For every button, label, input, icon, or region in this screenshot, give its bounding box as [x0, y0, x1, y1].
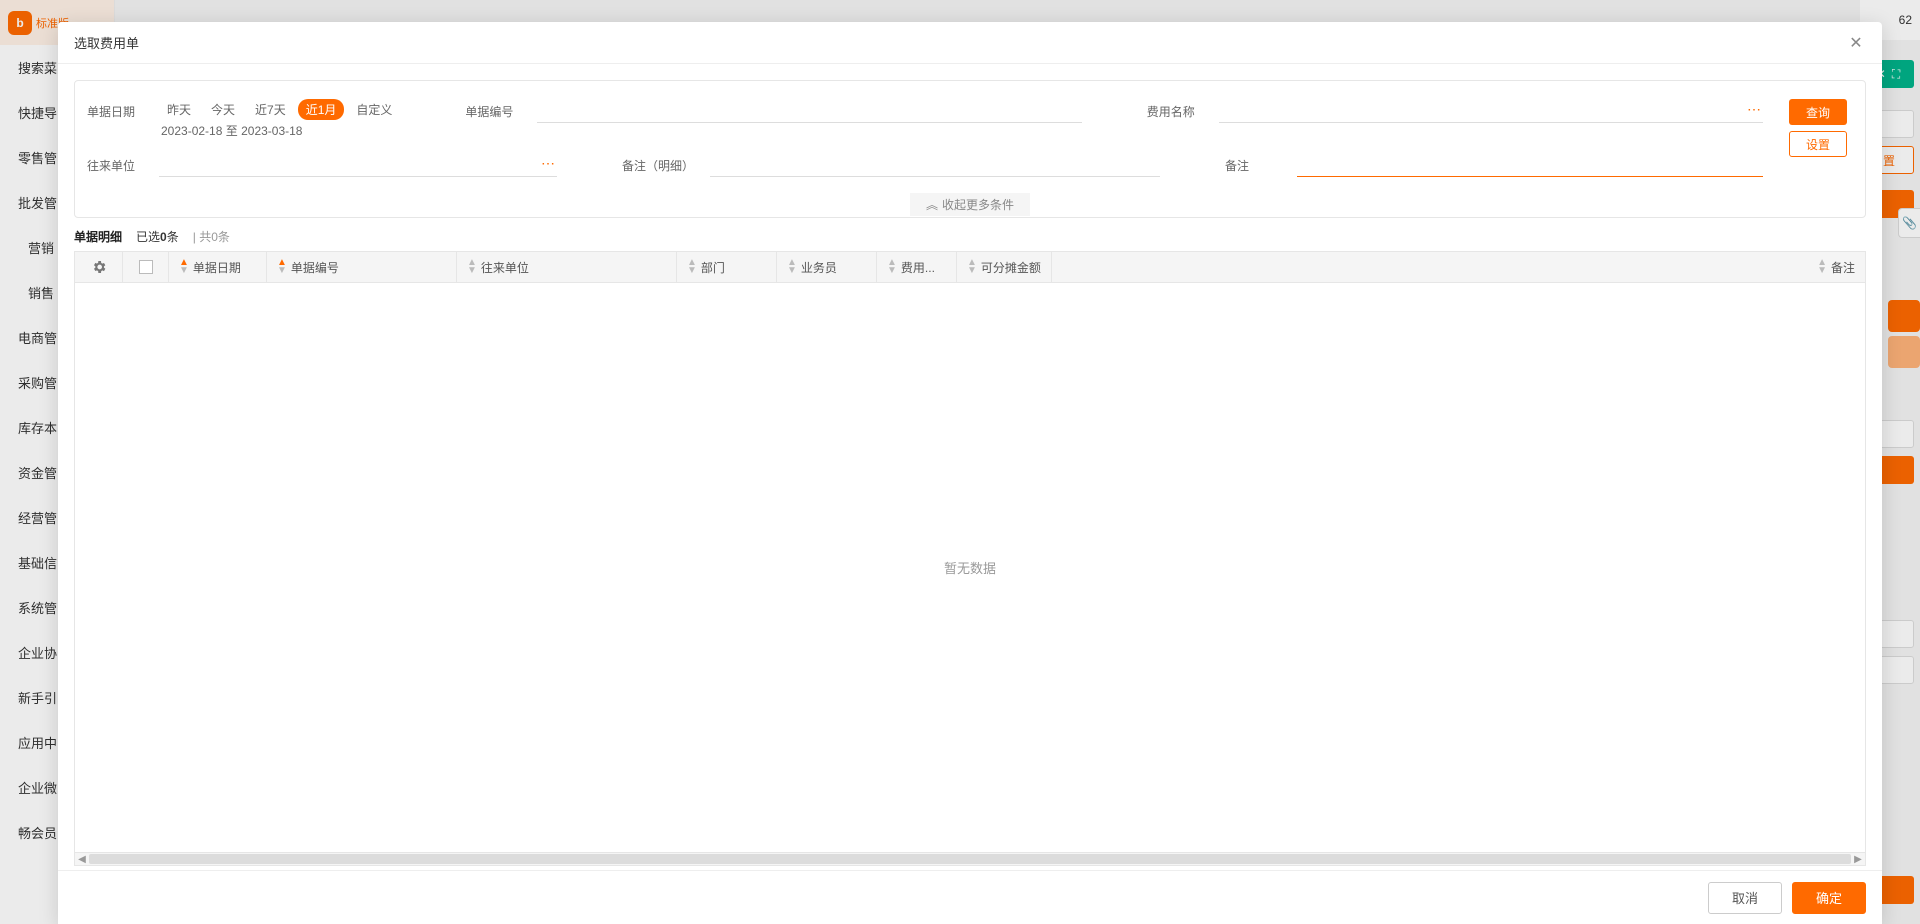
- collapse-toggle[interactable]: ︽ 收起更多条件: [910, 193, 1030, 216]
- horizontal-scrollbar[interactable]: ◀ ▶: [74, 852, 1866, 866]
- date-from: 2023-02-18: [161, 124, 222, 138]
- filter-party-label: 往来单位: [87, 153, 159, 174]
- sort-icon: ▲▼: [787, 259, 797, 275]
- config-button[interactable]: 设置: [1789, 131, 1847, 157]
- table-body: 暂无数据: [74, 283, 1866, 852]
- cancel-button[interactable]: 取消: [1708, 882, 1782, 914]
- summary-selected: 已选0条: [136, 228, 179, 245]
- filter-party-group: 往来单位 ⋯: [87, 153, 557, 177]
- sort-icon: ▲▼: [1817, 259, 1827, 275]
- query-button[interactable]: 查询: [1789, 99, 1847, 125]
- filter-code-label: 单据编号: [465, 99, 537, 120]
- checkbox-icon: [139, 260, 153, 274]
- th-remark[interactable]: ▲▼ 备注: [1052, 252, 1865, 282]
- summary-title: 单据明细: [74, 228, 122, 245]
- filter-remark-detail-input[interactable]: [710, 153, 1160, 177]
- date-chip-today[interactable]: 今天: [203, 99, 243, 120]
- modal-footer: 取消 确定: [58, 870, 1882, 924]
- filter-code-input[interactable]: [537, 99, 1081, 123]
- filter-actions: 查询 设置: [1789, 99, 1847, 157]
- date-chip-custom[interactable]: 自定义: [348, 99, 400, 120]
- collapse-text: 收起更多条件: [942, 196, 1014, 213]
- ok-button[interactable]: 确定: [1792, 882, 1866, 914]
- summary-total: | 共0条: [193, 228, 230, 245]
- modal-header: 选取费用单 ✕: [58, 22, 1882, 64]
- filter-date-label: 单据日期: [87, 99, 159, 120]
- sort-icon: ▲▼: [967, 259, 977, 275]
- sort-icon: ▲▼: [887, 259, 897, 275]
- sort-icon: ▲▼: [277, 259, 287, 275]
- scroll-right-icon[interactable]: ▶: [1851, 853, 1865, 865]
- th-dept[interactable]: ▲▼ 部门: [677, 252, 777, 282]
- th-checkbox[interactable]: [123, 252, 169, 282]
- party-picker-icon[interactable]: ⋯: [541, 155, 557, 172]
- filter-date-group: 单据日期 昨天 今天 近7天 近1月 自定义 2023-02-18 至 20: [87, 99, 400, 139]
- th-party[interactable]: ▲▼ 往来单位: [457, 252, 677, 282]
- scroll-left-icon[interactable]: ◀: [75, 853, 89, 865]
- date-to-word: 至: [226, 124, 238, 138]
- sort-icon: ▲▼: [467, 259, 477, 275]
- scroll-thumb[interactable]: [89, 854, 1851, 864]
- date-chip-yesterday[interactable]: 昨天: [159, 99, 199, 120]
- date-to: 2023-03-18: [241, 124, 302, 138]
- filter-remark-detail-group: 备注（明细）: [622, 153, 1160, 177]
- th-amount[interactable]: ▲▼ 可分摊金额: [957, 252, 1052, 282]
- th-settings[interactable]: [75, 252, 123, 282]
- sort-icon: ▲▼: [687, 259, 697, 275]
- th-emp[interactable]: ▲▼ 业务员: [777, 252, 877, 282]
- summary-bar: 单据明细 已选0条 | 共0条: [58, 218, 1882, 251]
- date-range-display: 2023-02-18 至 2023-03-18: [159, 122, 400, 139]
- date-preset-row: 昨天 今天 近7天 近1月 自定义: [159, 99, 400, 120]
- collapse-bar: ︽ 收起更多条件: [75, 191, 1865, 217]
- table: ▲▼ 单据日期 ▲▼ 单据编号 ▲▼ 往来单位 ▲▼ 部门 ▲▼ 业务员 ▲▼ …: [74, 251, 1866, 852]
- filter-fee-name-label: 费用名称: [1147, 99, 1219, 120]
- select-fee-bill-modal: 选取费用单 ✕ 单据日期 昨天 今天 近7天 近1月 自定义: [58, 22, 1882, 924]
- date-chip-month[interactable]: 近1月: [298, 99, 345, 120]
- date-chip-week[interactable]: 近7天: [247, 99, 294, 120]
- sort-icon: ▲▼: [179, 259, 189, 275]
- filter-code-group: 单据编号: [465, 99, 1081, 139]
- double-chevron-up-icon: ︽: [926, 196, 938, 213]
- th-date[interactable]: ▲▼ 单据日期: [169, 252, 267, 282]
- filter-panel: 单据日期 昨天 今天 近7天 近1月 自定义 2023-02-18 至 20: [74, 80, 1866, 218]
- fee-name-picker-icon[interactable]: ⋯: [1747, 101, 1763, 118]
- th-code[interactable]: ▲▼ 单据编号: [267, 252, 457, 282]
- th-fee[interactable]: ▲▼ 费用...: [877, 252, 957, 282]
- filter-remark-group: 备注: [1225, 153, 1763, 177]
- filter-remark-label: 备注: [1225, 153, 1297, 174]
- modal-title: 选取费用单: [74, 33, 139, 52]
- empty-text: 暂无数据: [944, 558, 996, 577]
- filter-remark-detail-label: 备注（明细）: [622, 153, 710, 174]
- table-header: ▲▼ 单据日期 ▲▼ 单据编号 ▲▼ 往来单位 ▲▼ 部门 ▲▼ 业务员 ▲▼ …: [74, 251, 1866, 283]
- filter-fee-name-group: 费用名称 ⋯: [1147, 99, 1763, 139]
- modal-close-button[interactable]: ✕: [1846, 33, 1866, 53]
- filter-party-input[interactable]: [159, 153, 557, 177]
- gear-icon: [91, 259, 107, 275]
- close-icon: ✕: [1849, 33, 1862, 53]
- filter-remark-input[interactable]: [1297, 153, 1763, 177]
- filter-fee-name-input[interactable]: [1219, 99, 1763, 123]
